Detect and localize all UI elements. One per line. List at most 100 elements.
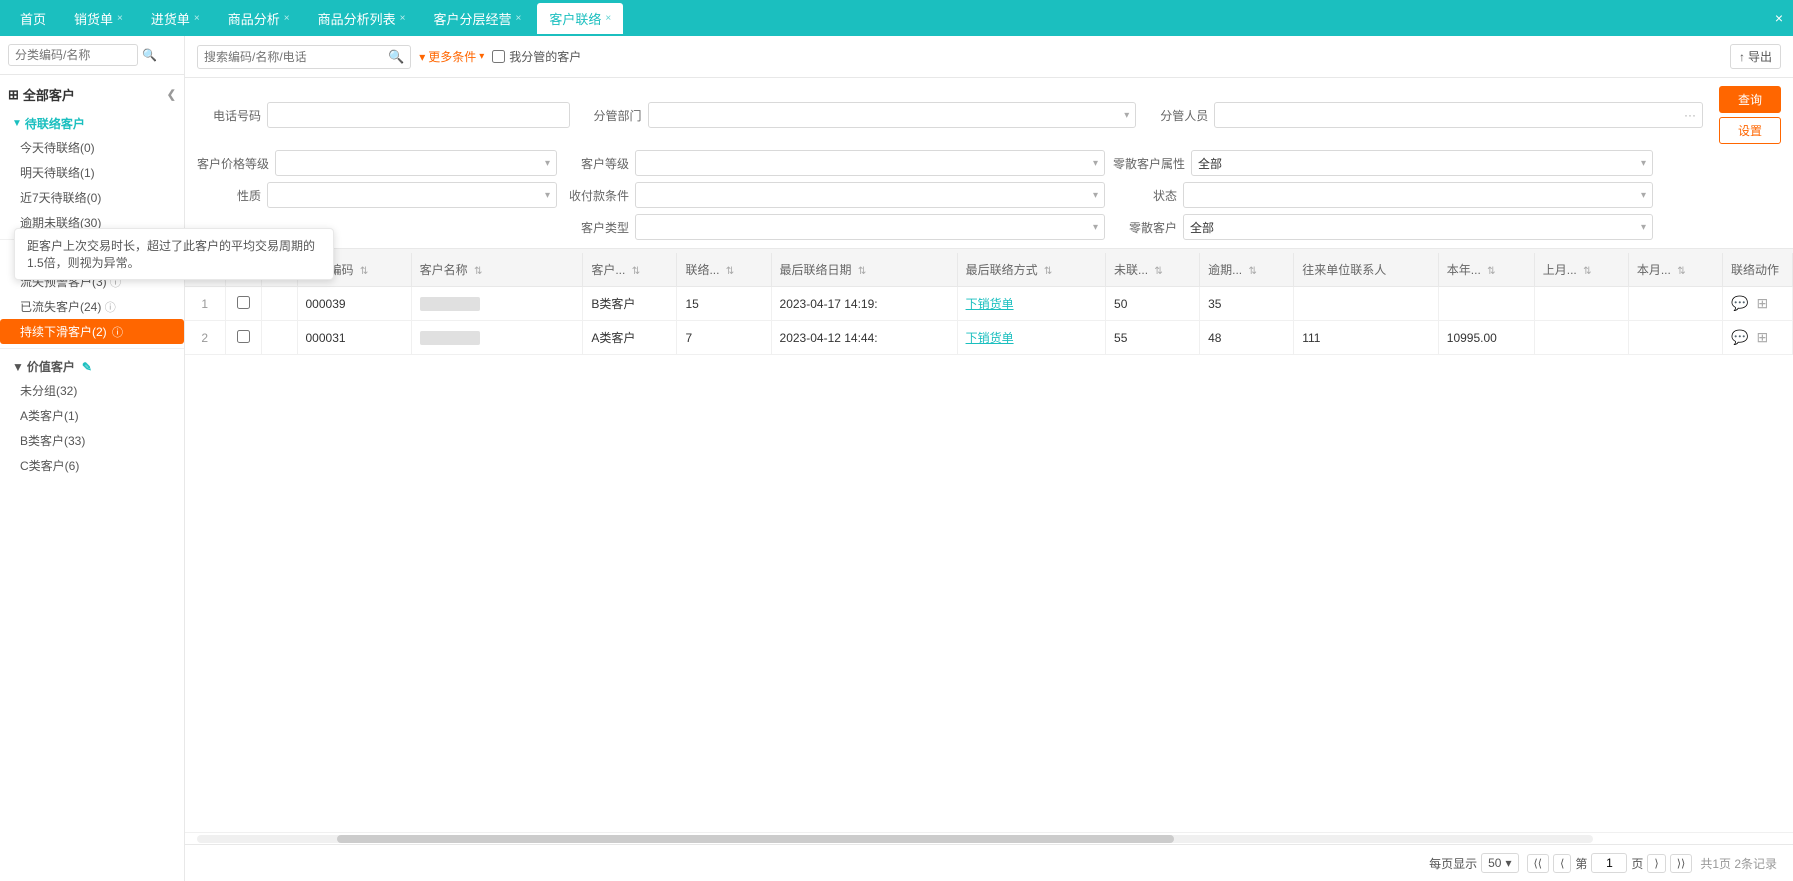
sort-icon-name[interactable]: ⇅ (474, 266, 482, 277)
grid-icon: ⊞ (8, 87, 19, 103)
grid-icon-row-2[interactable]: ⊞ (1756, 329, 1768, 346)
chevron-down-icon-page: ▾ (1505, 856, 1511, 870)
sort-icon-overdue[interactable]: ⇅ (1248, 266, 1256, 277)
sidebar-section-pending[interactable]: ▼ 待联络客户 (0, 110, 184, 135)
arrow-down-icon-3: ▼ (12, 360, 24, 374)
export-button[interactable]: ↑ 导出 (1730, 44, 1781, 69)
retail-customer-select[interactable]: 全部 ▾ (1183, 214, 1653, 240)
search-icon[interactable]: 🔍 (388, 49, 404, 65)
page-input[interactable] (1591, 853, 1627, 873)
customer-level-select[interactable]: ▾ (635, 150, 1105, 176)
action-icons: 💬 ⊞ (1731, 295, 1784, 312)
row-settings (261, 287, 297, 321)
settings-button[interactable]: 设置 (1719, 117, 1781, 144)
table-area: ⚙ 客户编码 ⇅ 客户名称 ⇅ 客户... ⇅ (185, 253, 1793, 832)
chat-icon-2[interactable]: 💬 (1731, 329, 1748, 346)
sidebar-collapse-btn[interactable]: ❮ (167, 88, 176, 101)
content-area: 🔍 ▾ 更多条件 ▾ 我分管的客户 ↑ 导出 电话号码 (185, 36, 1793, 881)
info-icon-4: ⓘ (112, 327, 123, 339)
scroll-thumb[interactable] (337, 835, 1175, 843)
filter-row-4: ... 客户类型 ▾ 零散客户 全部 ▾ (197, 214, 1781, 240)
filter-row-3: 性质 ▾ 收付款条件 ▾ 状态 (197, 182, 1781, 208)
tab-product-analysis[interactable]: 商品分析 × (216, 3, 302, 34)
sidebar-item-lost[interactable]: 已流失客户(24) ⓘ (0, 294, 184, 319)
tab-customer-segment[interactable]: 客户分层经营 × (421, 3, 533, 34)
sidebar-item-class-c[interactable]: C类客户(6) (0, 453, 184, 478)
sort-icon-date[interactable]: ⇅ (858, 266, 866, 277)
close-tab-customer-segment[interactable]: × (515, 13, 521, 24)
page-size-select[interactable]: 50 ▾ (1481, 853, 1518, 873)
row-code: 000039 (297, 287, 411, 321)
query-button[interactable]: 查询 (1719, 86, 1781, 113)
first-page-button[interactable]: ⟨⟨ (1527, 854, 1550, 873)
row-actions: 💬 ⊞ (1723, 321, 1793, 355)
sidebar-search-input[interactable] (8, 44, 138, 66)
close-tab-sales-order[interactable]: × (117, 13, 123, 24)
filter-icon: ▾ (419, 50, 425, 64)
sidebar-item-class-b[interactable]: B类客户(33) (0, 428, 184, 453)
more-conditions-button[interactable]: ▾ 更多条件 ▾ (419, 48, 484, 65)
sort-icon-cat[interactable]: ⇅ (632, 266, 640, 277)
gender-select[interactable]: ▾ (267, 182, 557, 208)
row-checkbox[interactable] (237, 330, 250, 343)
customer-type-select[interactable]: ▾ (635, 214, 1105, 240)
phone-input[interactable] (267, 102, 570, 128)
row-actions: 💬 ⊞ (1723, 287, 1793, 321)
chevron-down-icon: ▾ (479, 51, 484, 62)
chat-icon[interactable]: 💬 (1731, 295, 1748, 312)
search-input[interactable] (204, 50, 384, 64)
filter-status: 状态 ▾ (1113, 182, 1653, 208)
row-category: A类客户 (583, 321, 677, 355)
person-select[interactable]: ··· (1214, 102, 1703, 128)
status-select[interactable]: ▾ (1183, 182, 1653, 208)
payment-select[interactable]: ▾ (635, 182, 1105, 208)
tab-customer-contact[interactable]: 客户联络 × (537, 3, 623, 34)
close-tab-customer-contact[interactable]: × (605, 13, 611, 24)
tab-home[interactable]: 首页 (8, 3, 58, 34)
next-page-button[interactable]: ⟩ (1647, 854, 1665, 873)
my-customers-checkbox[interactable] (492, 50, 505, 63)
close-tab-product-analysis[interactable]: × (284, 13, 290, 24)
sidebar-search-icon[interactable]: 🔍 (142, 48, 157, 62)
dept-select[interactable]: ▾ (648, 102, 1137, 128)
sort-icon-contacts[interactable]: ⇅ (726, 266, 734, 277)
row-this-month (1628, 321, 1722, 355)
price-level-select[interactable]: ▾ (275, 150, 557, 176)
last-page-button[interactable]: ⟩⟩ (1670, 854, 1693, 873)
sidebar-item-unclassified[interactable]: 未分组(32) (0, 378, 184, 403)
retail-attr-select[interactable]: 全部 ▾ (1191, 150, 1653, 176)
sidebar-all-customers[interactable]: ⊞ 全部客户 ❮ (0, 79, 184, 110)
sort-icon-tmonth[interactable]: ⇅ (1677, 266, 1685, 277)
prev-page-button[interactable]: ⟨ (1553, 854, 1571, 873)
tab-purchase-order[interactable]: 进货单 × (139, 3, 212, 34)
edit-icon[interactable]: ✎ (82, 360, 92, 374)
filter-price-level: 客户价格等级 ▾ (197, 150, 557, 176)
sidebar-section-value[interactable]: ▼ 价值客户 ✎ (0, 353, 184, 378)
sidebar-item-7days-pending[interactable]: 近7天待联络(0) (0, 185, 184, 210)
filter-row-2: 客户价格等级 ▾ 客户等级 ▾ 零散客户属性 全部 (197, 150, 1781, 176)
sort-icon-lmonth[interactable]: ⇅ (1583, 266, 1591, 277)
contact-method-link-2[interactable]: 下销货单 (966, 331, 1014, 345)
contact-method-link[interactable]: 下销货单 (966, 297, 1014, 311)
sort-icon-method[interactable]: ⇅ (1044, 266, 1052, 277)
sort-icon-year[interactable]: ⇅ (1487, 266, 1495, 277)
close-tab-purchase-order[interactable]: × (194, 13, 200, 24)
sidebar-divider-2 (0, 348, 184, 349)
sidebar-item-tomorrow-pending[interactable]: 明天待联络(1) (0, 160, 184, 185)
row-contacts: 15 (677, 287, 771, 321)
row-last-method: 下销货单 (957, 321, 1105, 355)
sidebar-item-declining[interactable]: 持续下滑客户(2) ⓘ (0, 319, 184, 344)
row-checkbox[interactable] (237, 296, 250, 309)
horizontal-scrollbar[interactable] (185, 832, 1793, 844)
pagination: 每页显示 50 ▾ ⟨⟨ ⟨ 第 页 ⟩ ⟩⟩ 共1页 2条记录 (185, 844, 1793, 881)
close-window-button[interactable]: × (1775, 10, 1783, 26)
sort-icon-unread[interactable]: ⇅ (1154, 266, 1162, 277)
sidebar-item-class-a[interactable]: A类客户(1) (0, 403, 184, 428)
sort-icon-code[interactable]: ⇅ (360, 266, 368, 277)
grid-icon-row[interactable]: ⊞ (1756, 295, 1768, 312)
tab-sales-order[interactable]: 销货单 × (62, 3, 135, 34)
th-name: 客户名称 ⇅ (411, 253, 583, 287)
tab-product-analysis-list[interactable]: 商品分析列表 × (306, 3, 418, 34)
close-tab-product-analysis-list[interactable]: × (400, 13, 406, 24)
sidebar-item-today-pending[interactable]: 今天待联络(0) (0, 135, 184, 160)
